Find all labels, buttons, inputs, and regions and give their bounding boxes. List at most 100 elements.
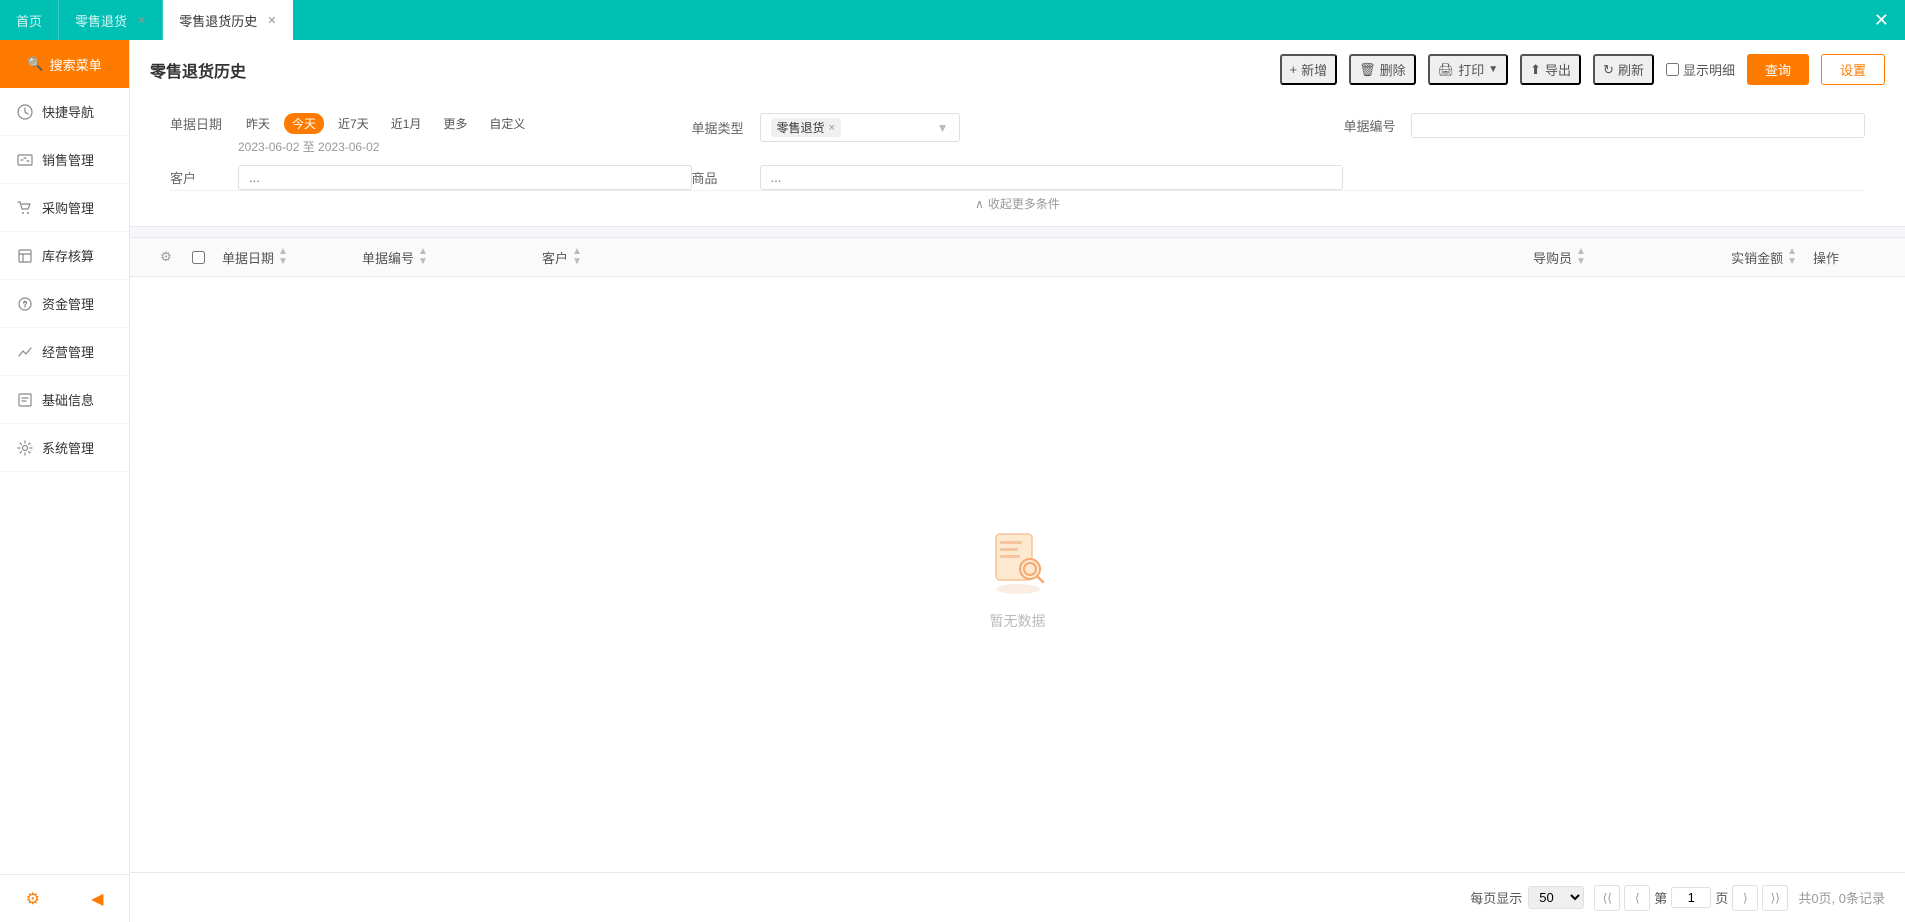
sidebar-item-inventory[interactable]: 库存核算 xyxy=(0,232,129,280)
th-customer[interactable]: 客户 ▲▼ xyxy=(534,247,1525,267)
tab-retail-return[interactable]: 零售退货 ✕ xyxy=(59,0,163,40)
sidebar-item-sales[interactable]: 销售管理 xyxy=(0,136,129,184)
inventory-icon xyxy=(16,247,34,265)
sales-icon xyxy=(16,151,34,169)
date-btn-custom[interactable]: 自定义 xyxy=(481,113,533,134)
sort-date-icon: ▲▼ xyxy=(278,247,288,267)
page-prev-button[interactable]: ⟨ xyxy=(1624,885,1650,911)
tab-retail-return-close[interactable]: ✕ xyxy=(137,14,146,27)
export-button[interactable]: ⬆ 导出 xyxy=(1520,54,1581,85)
show-detail-checkbox[interactable] xyxy=(1666,63,1679,76)
sidebar-item-system[interactable]: 系统管理 xyxy=(0,424,129,472)
print-icon: 🖨 xyxy=(1438,62,1455,78)
filter-collapse-button[interactable]: ∧ 收起更多条件 xyxy=(170,190,1865,216)
table-area: ⚙ 单据日期 ▲▼ 单据编号 ▲▼ 客户 ▲▼ 导购员 xyxy=(130,237,1905,872)
date-group: 昨天 今天 近7天 近1月 更多 自定义 xyxy=(238,113,533,134)
empty-illustration xyxy=(978,519,1058,599)
sidebar: 🔍 搜索菜单 快捷导航 销售管理 采购管理 xyxy=(0,40,130,922)
table-header: ⚙ 单据日期 ▲▼ 单据编号 ▲▼ 客户 ▲▼ 导购员 xyxy=(130,237,1905,277)
goods-label: 商品 xyxy=(692,168,752,187)
basic-info-icon xyxy=(16,391,34,409)
type-select[interactable]: 零售退货 × ▼ xyxy=(760,113,960,142)
customer-input[interactable] xyxy=(238,165,692,190)
table-select-all[interactable] xyxy=(182,251,214,264)
filter-voucher: 单据编号 xyxy=(1343,113,1865,138)
filter-row-1: 单据日期 昨天 今天 近7天 近1月 更多 自定义 2023-06- xyxy=(170,113,1865,155)
sidebar-item-quick-nav[interactable]: 快捷导航 xyxy=(0,88,129,136)
th-amount[interactable]: 实销金额 ▲▼ xyxy=(1685,247,1805,267)
type-tag-close[interactable]: × xyxy=(829,122,835,134)
sort-guide-icon: ▲▼ xyxy=(1576,247,1586,267)
page-actions: + 新增 🗑 删除 🖨 打印 ▼ ⬆ 导出 xyxy=(1280,54,1885,85)
delete-button[interactable]: 🗑 删除 xyxy=(1349,54,1416,85)
setting-button[interactable]: 设置 xyxy=(1821,54,1885,85)
filter-goods: 商品 xyxy=(692,165,1344,190)
date-btn-more[interactable]: 更多 xyxy=(435,113,475,134)
page-next-button[interactable]: ⟩ xyxy=(1732,885,1758,911)
page-last-button[interactable]: ⟩⟩ xyxy=(1762,885,1788,911)
search-icon: 🔍 xyxy=(27,56,43,72)
new-button[interactable]: + 新增 xyxy=(1280,54,1338,85)
tab-retail-return-history-close[interactable]: ✕ xyxy=(267,14,276,27)
sidebar-nav: 快捷导航 销售管理 采购管理 库存核算 xyxy=(0,88,129,874)
print-chevron-icon: ▼ xyxy=(1488,64,1498,75)
th-number[interactable]: 单据编号 ▲▼ xyxy=(354,247,534,267)
quick-nav-icon xyxy=(16,103,34,121)
query-button[interactable]: 查询 xyxy=(1747,54,1809,85)
sort-amount-icon: ▲▼ xyxy=(1787,247,1797,267)
page-size-selector: 每页显示 10 20 50 100 xyxy=(1470,886,1584,909)
select-all-checkbox[interactable] xyxy=(192,251,205,264)
page-title: 零售退货历史 xyxy=(150,58,246,82)
window-close-button[interactable]: ✕ xyxy=(1874,10,1889,30)
refresh-button[interactable]: ↻ 刷新 xyxy=(1593,54,1654,85)
export-icon: ⬆ xyxy=(1530,62,1541,78)
per-page-select[interactable]: 10 20 50 100 xyxy=(1528,886,1584,909)
sidebar-bottom: ⚙ ◀ xyxy=(0,874,129,922)
top-bar: 首页 零售退货 ✕ 零售退货历史 ✕ ✕ xyxy=(0,0,1905,40)
page-first-button[interactable]: ⟨⟨ xyxy=(1594,885,1620,911)
th-date[interactable]: 单据日期 ▲▼ xyxy=(214,247,354,267)
tab-home[interactable]: 首页 xyxy=(0,0,59,40)
pagination: 每页显示 10 20 50 100 ⟨⟨ ⟨ 第 页 ⟩ ⟩⟩ 共0页, 0条记… xyxy=(130,872,1905,922)
refresh-icon: ↻ xyxy=(1603,62,1614,78)
type-select-chevron: ▼ xyxy=(937,121,949,135)
page-number-input[interactable] xyxy=(1671,887,1711,908)
empty-text: 暂无数据 xyxy=(990,611,1046,631)
filter-date: 单据日期 昨天 今天 近7天 近1月 更多 自定义 2023-06- xyxy=(170,113,692,155)
sidebar-item-finance[interactable]: 资金管理 xyxy=(0,280,129,328)
content-area: 零售退货历史 + 新增 🗑 删除 🖨 打印 ▼ xyxy=(130,40,1905,922)
system-icon xyxy=(16,439,34,457)
date-btn-yesterday[interactable]: 昨天 xyxy=(238,113,278,134)
page-info: 共0页, 0条记录 xyxy=(1798,888,1885,907)
date-btn-1month[interactable]: 近1月 xyxy=(383,113,430,134)
operations-icon xyxy=(16,343,34,361)
date-label: 单据日期 xyxy=(170,114,230,133)
th-guide[interactable]: 导购员 ▲▼ xyxy=(1525,247,1685,267)
main-layout: 🔍 搜索菜单 快捷导航 销售管理 采购管理 xyxy=(0,40,1905,922)
page-nav: ⟨⟨ ⟨ 第 页 ⟩ ⟩⟩ xyxy=(1594,885,1788,911)
sidebar-item-operations[interactable]: 经营管理 xyxy=(0,328,129,376)
sidebar-item-purchase[interactable]: 采购管理 xyxy=(0,184,129,232)
filter-type: 单据类型 零售退货 × ▼ xyxy=(692,113,1344,142)
sidebar-settings-button[interactable]: ⚙ xyxy=(26,889,40,909)
type-label: 单据类型 xyxy=(692,118,752,137)
date-btn-today[interactable]: 今天 xyxy=(284,113,324,134)
goods-input[interactable] xyxy=(760,165,1344,190)
show-detail-checkbox-label[interactable]: 显示明细 xyxy=(1666,60,1735,79)
type-tag: 零售退货 × xyxy=(771,118,841,137)
filter-row-2: 客户 商品 xyxy=(170,165,1865,190)
page-header: 零售退货历史 + 新增 🗑 删除 🖨 打印 ▼ xyxy=(130,40,1905,227)
table-settings-icon[interactable]: ⚙ xyxy=(150,249,182,265)
search-menu-button[interactable]: 🔍 搜索菜单 xyxy=(0,40,129,88)
tab-retail-return-history[interactable]: 零售退货历史 ✕ xyxy=(163,0,293,40)
voucher-input[interactable] xyxy=(1411,113,1865,138)
page-title-bar: 零售退货历史 + 新增 🗑 删除 🖨 打印 ▼ xyxy=(150,54,1885,85)
sidebar-item-basic-info[interactable]: 基础信息 xyxy=(0,376,129,424)
purchase-icon xyxy=(16,199,34,217)
sidebar-collapse-button[interactable]: ◀ xyxy=(91,889,103,909)
print-button[interactable]: 🖨 打印 ▼ xyxy=(1428,54,1508,85)
collapse-icon: ∧ xyxy=(975,197,984,211)
date-btn-7days[interactable]: 近7天 xyxy=(330,113,377,134)
sort-customer-icon: ▲▼ xyxy=(572,247,582,267)
empty-state: 暂无数据 xyxy=(130,277,1905,872)
